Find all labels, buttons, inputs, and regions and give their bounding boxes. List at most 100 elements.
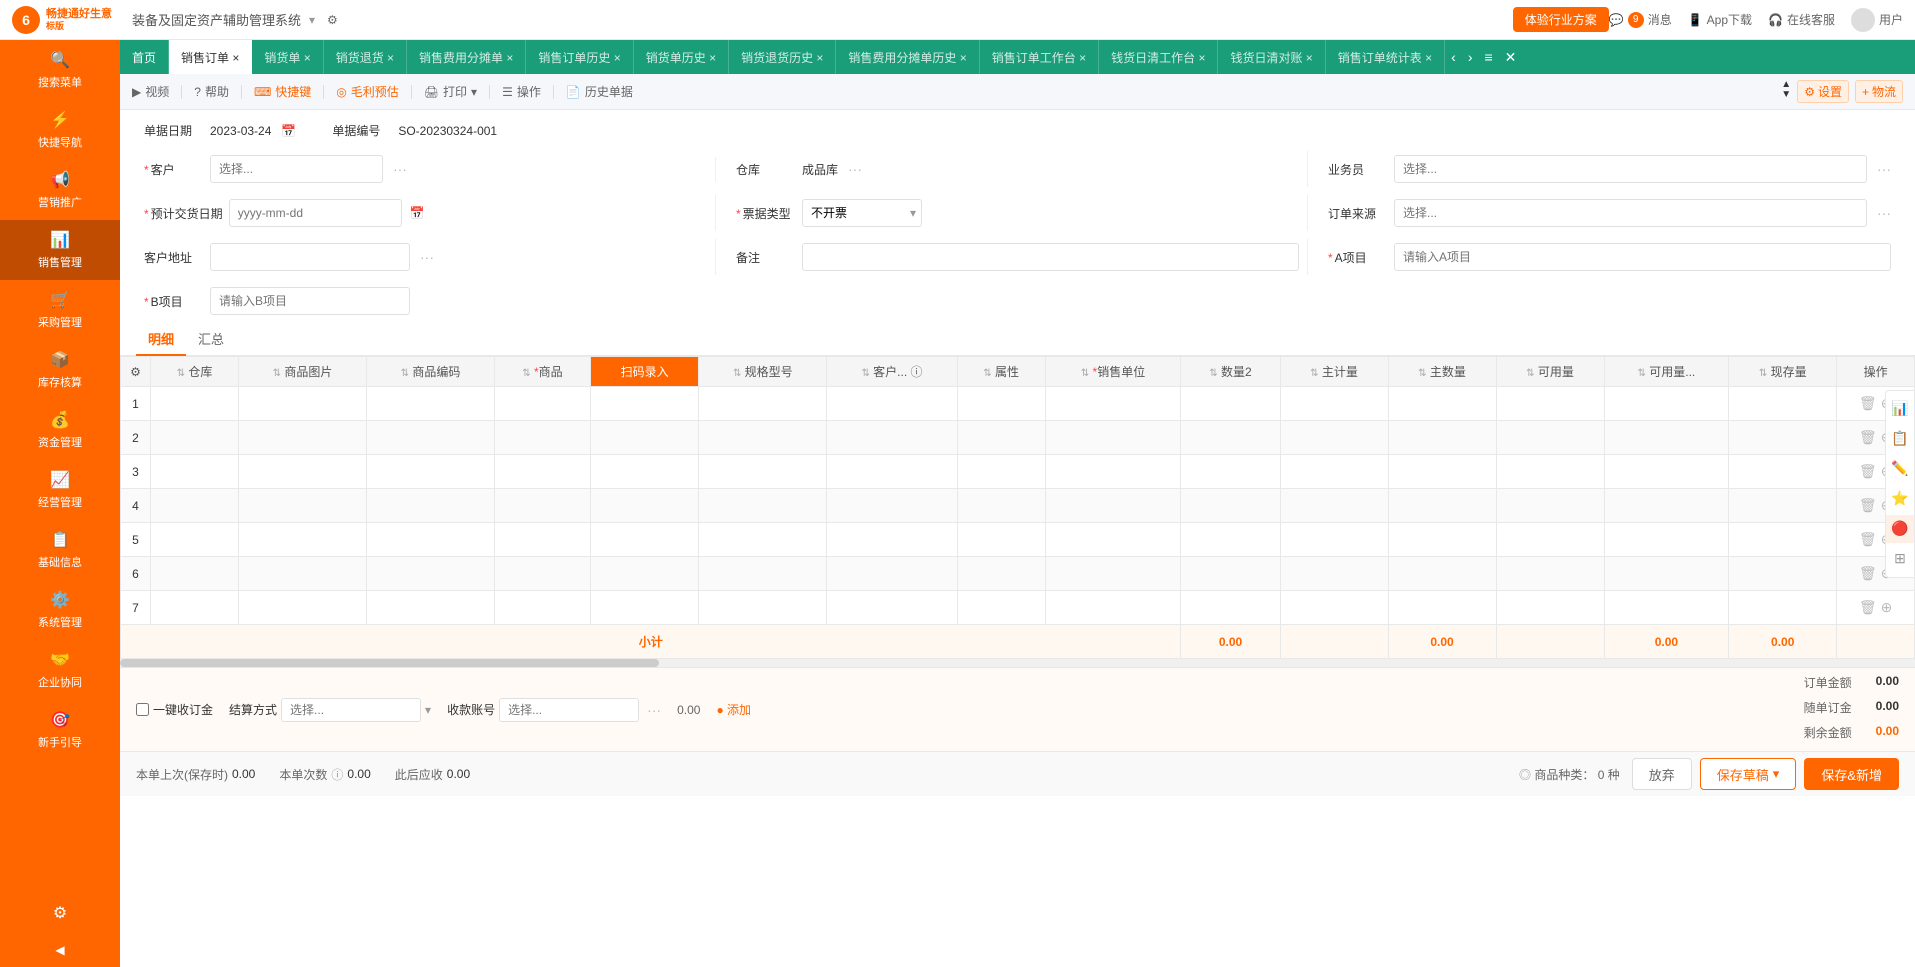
- scroll-thumb[interactable]: [120, 659, 659, 667]
- row-1-main-unit[interactable]: [1280, 387, 1388, 421]
- sidebar-item-purchase[interactable]: 🛒 采购管理: [0, 280, 120, 340]
- row-1-customer[interactable]: [827, 387, 957, 421]
- delivery-calendar-icon[interactable]: 📅: [410, 206, 425, 220]
- online-service[interactable]: 🎧 在线客服: [1768, 11, 1835, 28]
- toolbar-view[interactable]: ▶ 视频: [132, 83, 169, 100]
- copy-icon-7[interactable]: ⊕: [1881, 599, 1893, 616]
- tab-fee-history[interactable]: 销售费用分摊单历史 ×: [836, 40, 979, 74]
- staff-input[interactable]: [1394, 155, 1867, 183]
- save-draft-btn[interactable]: 保存草稿 ▾: [1700, 758, 1797, 790]
- row-1-qty2[interactable]: [1181, 387, 1280, 421]
- one-click-check[interactable]: [136, 703, 149, 716]
- row-1-unit[interactable]: [1045, 387, 1181, 421]
- sidebar-item-guide[interactable]: 🎯 新手引导: [0, 700, 120, 760]
- table-scrollbar[interactable]: [120, 659, 1915, 667]
- settings-action-btn[interactable]: ⚙ 设置: [1797, 80, 1849, 103]
- sidebar-item-search[interactable]: 🔍 搜索菜单: [0, 40, 120, 100]
- delete-icon-7[interactable]: 🗑: [1859, 599, 1877, 616]
- tab-sales-order[interactable]: 销售订单 ×: [169, 40, 252, 74]
- sidebar-item-marketing[interactable]: 📢 营销推广: [0, 160, 120, 220]
- toolbar-prev-btn[interactable]: ▲ ▼: [1781, 80, 1791, 103]
- right-panel-item-3[interactable]: ✏️: [1886, 455, 1914, 483]
- tab-cash-reconcile[interactable]: 钱货日清对账 ×: [1218, 40, 1325, 74]
- tab-close-all-btn[interactable]: ✕: [1499, 49, 1523, 66]
- sidebar-collapse-btn[interactable]: ◀: [0, 933, 120, 967]
- tab-sales-invoice[interactable]: 销货单 ×: [252, 40, 323, 74]
- row-1-warehouse[interactable]: [151, 387, 239, 421]
- delivery-date-input[interactable]: [229, 199, 402, 227]
- tab-sales-stats[interactable]: 销售订单统计表 ×: [1326, 40, 1445, 74]
- sidebar-settings[interactable]: ⚙: [0, 893, 120, 933]
- sidebar-item-finance[interactable]: 💰 资金管理: [0, 400, 120, 460]
- sidebar-item-sales[interactable]: 📊 销售管理: [0, 220, 120, 280]
- right-panel-item-1[interactable]: 📊: [1886, 395, 1914, 423]
- address-input[interactable]: [210, 243, 410, 271]
- row-1-attribute[interactable]: [957, 387, 1045, 421]
- tab-return-history[interactable]: 销货退货历史 ×: [729, 40, 836, 74]
- tab-sales-return[interactable]: 销货退货 ×: [324, 40, 407, 74]
- sidebar-item-inventory[interactable]: 📦 库存核算: [0, 340, 120, 400]
- delete-icon-5[interactable]: 🗑: [1859, 531, 1877, 548]
- tab-home[interactable]: 首页: [120, 40, 169, 74]
- b-project-input[interactable]: [210, 287, 410, 315]
- tab-next-btn[interactable]: ›: [1462, 49, 1479, 65]
- sidebar-item-system[interactable]: ⚙️ 系统管理: [0, 580, 120, 640]
- account-input[interactable]: [499, 698, 639, 722]
- settings-icon[interactable]: ⚙: [327, 13, 338, 27]
- right-panel-item-6[interactable]: ⊞: [1886, 545, 1914, 573]
- detail-tab-detail[interactable]: 明细: [136, 323, 186, 356]
- toolbar-help[interactable]: ? 帮助: [194, 83, 229, 100]
- right-panel-item-5[interactable]: 🔴: [1886, 515, 1914, 543]
- right-panel-item-2[interactable]: 📋: [1886, 425, 1914, 453]
- app-download[interactable]: 📱 App下载: [1688, 11, 1752, 28]
- sidebar-item-management[interactable]: 📈 经营管理: [0, 460, 120, 520]
- toolbar-profit[interactable]: ◎ 毛利预估: [336, 83, 399, 100]
- delete-icon-2[interactable]: 🗑: [1859, 429, 1877, 446]
- delete-icon-4[interactable]: 🗑: [1859, 497, 1877, 514]
- row-1-code[interactable]: [367, 387, 495, 421]
- toolbar-operation[interactable]: ☰ 操作: [502, 83, 541, 100]
- row-1-main-qty[interactable]: [1388, 387, 1496, 421]
- customer-input[interactable]: [210, 155, 383, 183]
- tab-cash-workbench[interactable]: 钱货日清工作台 ×: [1099, 40, 1218, 74]
- notes-input[interactable]: [802, 243, 1299, 271]
- invoice-type-select[interactable]: 不开票 增值税普通发票 增值税专用发票: [802, 199, 922, 227]
- detail-tab-summary[interactable]: 汇总: [186, 323, 236, 356]
- delete-icon-6[interactable]: 🗑: [1859, 565, 1877, 582]
- tab-menu-btn[interactable]: ≡: [1478, 49, 1498, 65]
- notification-item[interactable]: 💬 9 消息: [1609, 11, 1672, 28]
- toolbar-history[interactable]: 📄 历史单据: [566, 83, 633, 100]
- payment-input[interactable]: [281, 698, 421, 722]
- toolbar-shortcut[interactable]: ⌨ 快捷键: [254, 83, 311, 100]
- delete-icon-1[interactable]: 🗑: [1859, 395, 1877, 412]
- sidebar-item-corp[interactable]: 🤝 企业协同: [0, 640, 120, 700]
- row-1-product[interactable]: [495, 387, 591, 421]
- save-new-btn[interactable]: 保存&新增: [1804, 758, 1899, 790]
- sidebar-item-nav[interactable]: ⚡ 快捷导航: [0, 100, 120, 160]
- order-source-dots-btn[interactable]: ···: [1877, 205, 1891, 221]
- footer-add-btn[interactable]: ● 添加: [716, 701, 751, 718]
- delete-icon-3[interactable]: 🗑: [1859, 463, 1877, 480]
- warehouse-dots-btn[interactable]: ···: [848, 161, 862, 177]
- tab-prev-btn[interactable]: ‹: [1445, 49, 1462, 65]
- account-dots-btn[interactable]: ···: [647, 702, 661, 718]
- tab-invoice-history[interactable]: 销货单历史 ×: [634, 40, 729, 74]
- user-area[interactable]: 用户: [1851, 8, 1903, 32]
- staff-dots-btn[interactable]: ···: [1877, 161, 1891, 177]
- calendar-icon[interactable]: 📅: [281, 124, 296, 138]
- address-dots-btn[interactable]: ···: [420, 249, 434, 265]
- gear-icon[interactable]: ⚙: [130, 365, 141, 379]
- industry-btn[interactable]: 体验行业方案: [1513, 7, 1609, 32]
- toolbar-print[interactable]: 🖨 打印 ▾: [424, 83, 477, 100]
- tab-sales-fee[interactable]: 销售费用分摊单 ×: [407, 40, 526, 74]
- system-dropdown-icon[interactable]: ▾: [309, 13, 315, 27]
- discard-btn[interactable]: 放弃: [1632, 758, 1692, 790]
- customer-dots-btn[interactable]: ···: [393, 161, 407, 177]
- a-project-input[interactable]: [1394, 243, 1891, 271]
- tab-sales-order-history[interactable]: 销售订单历史 ×: [526, 40, 633, 74]
- one-click-checkbox[interactable]: 一键收订金: [136, 701, 213, 718]
- order-source-input[interactable]: [1394, 199, 1867, 227]
- right-panel-item-4[interactable]: ⭐: [1886, 485, 1914, 513]
- tab-order-workbench[interactable]: 销售订单工作台 ×: [980, 40, 1099, 74]
- row-1-spec[interactable]: [699, 387, 827, 421]
